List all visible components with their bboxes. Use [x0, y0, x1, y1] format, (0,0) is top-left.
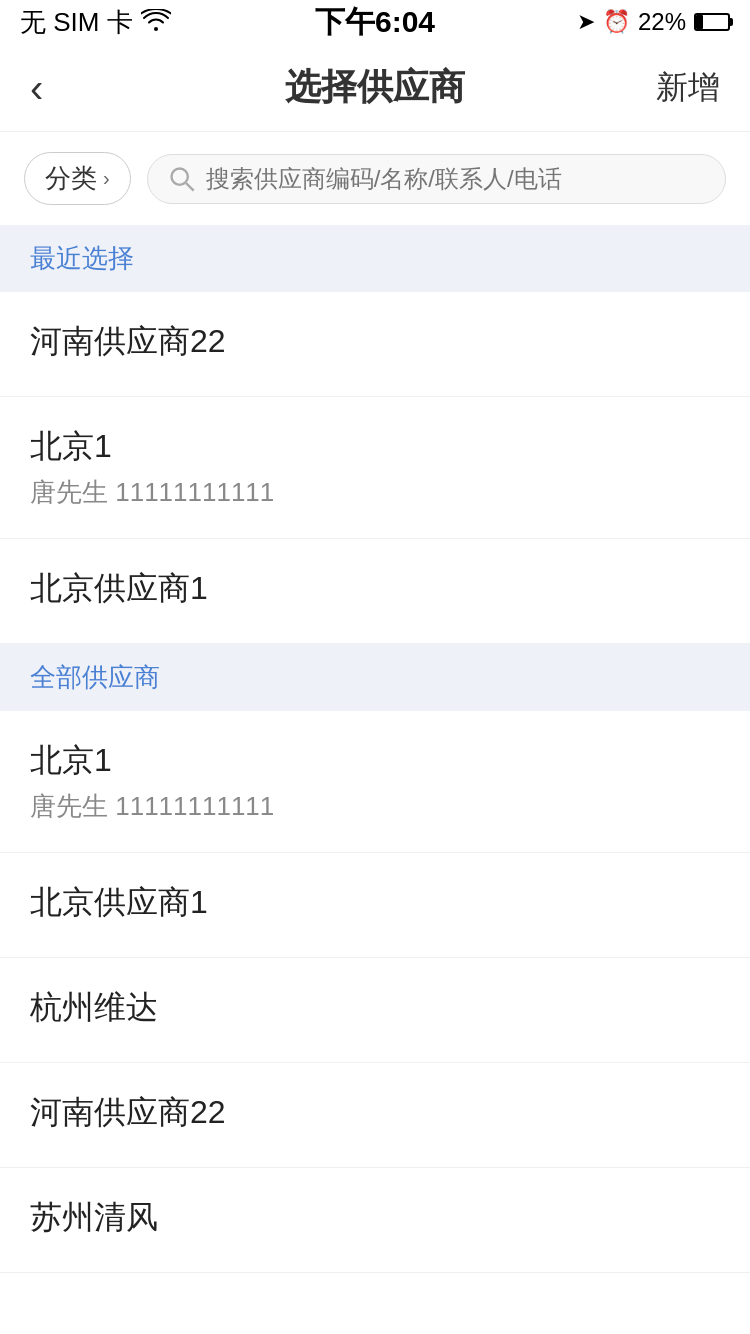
- category-label: 分类: [45, 161, 97, 196]
- item-name: 杭州维达: [30, 986, 720, 1030]
- back-button[interactable]: ‹: [30, 68, 43, 108]
- status-bar: 无 SIM 卡 下午6:04 ➤ ⏰ 22%: [0, 0, 750, 44]
- search-icon: [168, 165, 196, 193]
- item-name: 河南供应商22: [30, 320, 720, 364]
- svg-point-0: [171, 168, 187, 184]
- list-item[interactable]: 北京供应商1: [0, 853, 750, 958]
- list-item[interactable]: 杭州维达: [0, 958, 750, 1063]
- search-bar[interactable]: [147, 154, 726, 204]
- item-name: 苏州清风: [30, 1196, 720, 1240]
- all-list: 北京1 唐先生 11111111111 北京供应商1 杭州维达河南供应商22 苏州清风: [0, 711, 750, 1273]
- battery-icon: [694, 13, 730, 31]
- list-item[interactable]: 北京1 唐先生 11111111111: [0, 711, 750, 853]
- wifi-icon: [141, 7, 171, 38]
- all-section-label: 全部供应商: [30, 662, 160, 692]
- item-name: 北京1: [30, 425, 720, 469]
- item-sub: 唐先生 11111111111: [30, 789, 720, 824]
- item-name: 北京供应商1: [30, 567, 720, 611]
- item-sub: 唐先生 11111111111: [30, 475, 720, 510]
- recent-section-label: 最近选择: [30, 243, 134, 273]
- list-item[interactable]: 苏州清风: [0, 1168, 750, 1273]
- status-left: 无 SIM 卡: [20, 5, 171, 40]
- carrier-text: 无 SIM 卡: [20, 5, 133, 40]
- filter-bar: 分类 ›: [0, 132, 750, 225]
- all-section-header: 全部供应商: [0, 644, 750, 711]
- battery-text: 22%: [638, 8, 686, 36]
- status-right: ➤ ⏰ 22%: [577, 8, 730, 36]
- item-name: 河南供应商22: [30, 1091, 720, 1135]
- alarm-icon: ⏰: [603, 9, 630, 35]
- add-button[interactable]: 新增: [656, 66, 720, 110]
- item-name: 北京1: [30, 739, 720, 783]
- recent-list: 河南供应商22 北京1 唐先生 11111111111 北京供应商1: [0, 292, 750, 644]
- item-name: 北京供应商1: [30, 881, 720, 925]
- location-icon: ➤: [577, 9, 595, 35]
- list-item[interactable]: 北京1 唐先生 11111111111: [0, 397, 750, 539]
- page-title: 选择供应商: [285, 63, 465, 112]
- status-time: 下午6:04: [315, 2, 435, 43]
- recent-section-header: 最近选择: [0, 225, 750, 292]
- chevron-right-icon: ›: [103, 167, 110, 190]
- search-input[interactable]: [206, 165, 705, 193]
- svg-line-1: [186, 183, 194, 191]
- list-item[interactable]: 河南供应商22: [0, 292, 750, 397]
- list-item[interactable]: 北京供应商1: [0, 539, 750, 644]
- list-item[interactable]: 河南供应商22: [0, 1063, 750, 1168]
- category-filter[interactable]: 分类 ›: [24, 152, 131, 205]
- nav-bar: ‹ 选择供应商 新增: [0, 44, 750, 132]
